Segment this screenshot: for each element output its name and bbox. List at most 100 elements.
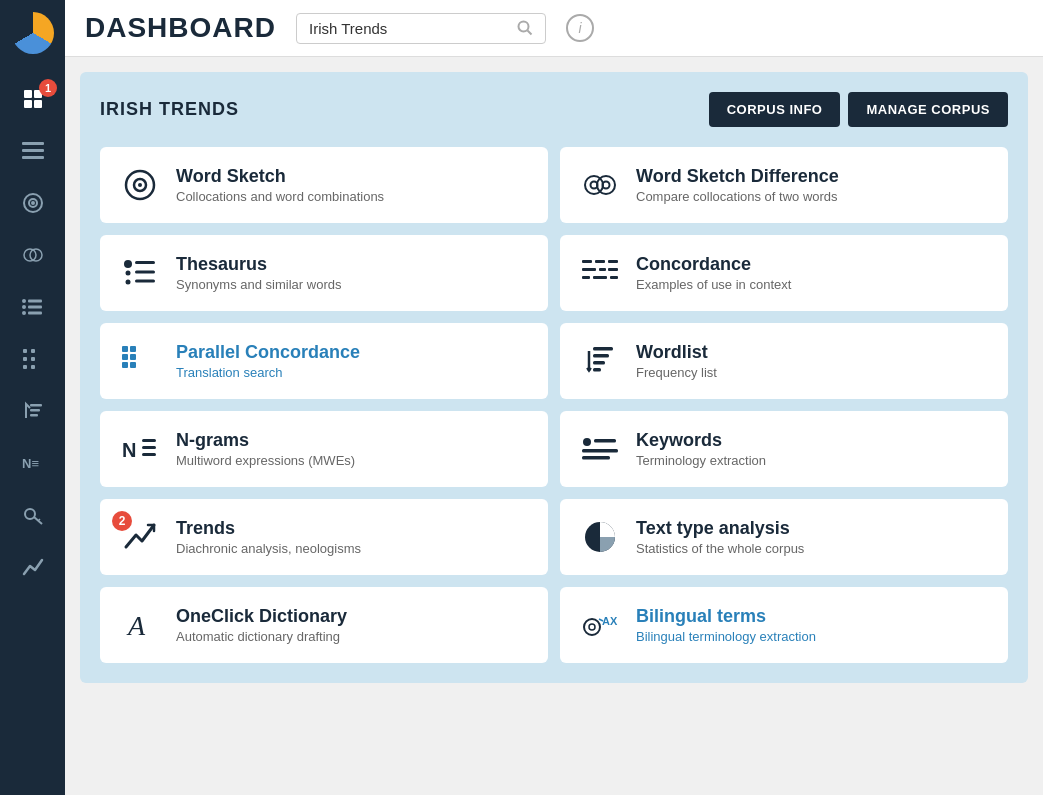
word-sketch-diff-name: Word Sketch Difference <box>636 166 839 187</box>
svg-rect-57 <box>122 354 128 360</box>
wordlist-desc: Frequency list <box>636 365 717 380</box>
svg-rect-4 <box>22 142 44 145</box>
svg-point-38 <box>597 176 615 194</box>
svg-point-28 <box>25 509 35 519</box>
bullet-list-icon <box>22 298 44 316</box>
trends-name: Trends <box>176 518 361 539</box>
svg-rect-52 <box>582 276 590 279</box>
svg-rect-45 <box>135 280 155 283</box>
sidebar-item-sort[interactable] <box>0 385 65 437</box>
concordance-desc: Examples of use in context <box>636 277 791 292</box>
tool-card-word-sketch-difference[interactable]: Word Sketch Difference Compare collocati… <box>560 147 1008 223</box>
tool-card-thesaurus[interactable]: Thesaurus Synonyms and similar words <box>100 235 548 311</box>
svg-rect-20 <box>23 357 27 361</box>
trends-sidebar-icon <box>22 556 44 578</box>
sidebar-item-trends[interactable] <box>0 541 65 593</box>
tool-card-trends[interactable]: 2 Trends Diachronic analysis, neologisms <box>100 499 548 575</box>
tool-card-text-type-analysis[interactable]: Text type analysis Statistics of the who… <box>560 499 1008 575</box>
svg-text:AX: AX <box>602 615 618 627</box>
svg-text:N≡: N≡ <box>22 456 39 471</box>
key-icon <box>22 504 44 526</box>
svg-rect-26 <box>30 414 38 417</box>
trends-desc: Diachronic analysis, neologisms <box>176 541 361 556</box>
svg-point-44 <box>126 280 131 285</box>
header: DASHBOARD i <box>65 0 1043 57</box>
tool-card-word-sketch[interactable]: Word Sketch Collocations and word combin… <box>100 147 548 223</box>
svg-rect-68 <box>142 453 156 456</box>
corpus-info-button[interactable]: CORPUS INFO <box>709 92 841 127</box>
thesaurus-icon <box>120 253 160 293</box>
wordlist-name: Wordlist <box>636 342 717 363</box>
svg-point-16 <box>22 311 26 315</box>
tool-card-bilingual-terms[interactable]: AX Bilingual terms Bilingual terminology… <box>560 587 1008 663</box>
ngrams-icon: N <box>120 429 160 469</box>
sort-icon <box>22 400 44 422</box>
dashboard-content: IRISH TRENDS CORPUS INFO MANAGE CORPUS <box>65 57 1043 795</box>
sidebar-item-concordance[interactable] <box>0 177 65 229</box>
trends-badge: 2 <box>112 511 132 531</box>
corpus-panel: IRISH TRENDS CORPUS INFO MANAGE CORPUS <box>80 72 1028 683</box>
sidebar-item-grid[interactable]: 1 <box>0 73 65 125</box>
svg-point-42 <box>126 271 131 276</box>
svg-rect-21 <box>31 357 35 361</box>
app-logo[interactable] <box>0 0 65 65</box>
svg-rect-46 <box>582 260 592 263</box>
oneclick-desc: Automatic dictionary drafting <box>176 629 347 644</box>
tool-card-keywords[interactable]: Keywords Terminology extraction <box>560 411 1008 487</box>
sidebar-item-wsd[interactable] <box>0 229 65 281</box>
text-type-icon <box>580 517 620 557</box>
thesaurus-name: Thesaurus <box>176 254 341 275</box>
svg-rect-19 <box>31 349 35 353</box>
tool-card-parallel-concordance[interactable]: Parallel Concordance Translation search <box>100 323 548 399</box>
parallel-concordance-icon <box>120 341 160 381</box>
tool-card-wordlist[interactable]: Wordlist Frequency list <box>560 323 1008 399</box>
svg-point-76 <box>589 624 595 630</box>
search-bar <box>296 13 546 44</box>
sidebar-item-bullet[interactable] <box>0 281 65 333</box>
svg-rect-47 <box>595 260 605 263</box>
svg-rect-17 <box>28 312 42 315</box>
svg-point-35 <box>138 183 142 187</box>
svg-rect-13 <box>28 300 42 303</box>
text-type-name: Text type analysis <box>636 518 804 539</box>
sidebar-item-key[interactable] <box>0 489 65 541</box>
svg-rect-49 <box>582 268 596 271</box>
svg-rect-25 <box>30 409 40 412</box>
manage-corpus-button[interactable]: MANAGE CORPUS <box>848 92 1008 127</box>
thesaurus-desc: Synonyms and similar words <box>176 277 341 292</box>
svg-rect-67 <box>142 446 156 449</box>
tool-card-ngrams[interactable]: N N-grams Multiword expressions (MWEs) <box>100 411 548 487</box>
svg-rect-60 <box>130 362 136 368</box>
bilingual-desc: Bilingual terminology extraction <box>636 629 816 644</box>
corpus-header: IRISH TRENDS CORPUS INFO MANAGE CORPUS <box>100 92 1008 127</box>
svg-rect-55 <box>122 346 128 352</box>
svg-rect-54 <box>610 276 618 279</box>
sidebar-badge-1: 1 <box>39 79 57 97</box>
sidebar-item-hierarchy[interactable] <box>0 333 65 385</box>
svg-rect-48 <box>608 260 618 263</box>
double-circle-icon <box>22 244 44 266</box>
svg-point-12 <box>22 299 26 303</box>
text-type-desc: Statistics of the whole corpus <box>636 541 804 556</box>
svg-rect-72 <box>582 456 610 460</box>
search-input[interactable] <box>309 20 509 37</box>
wordlist-icon <box>580 341 620 381</box>
svg-point-14 <box>22 305 26 309</box>
svg-rect-6 <box>22 156 44 159</box>
tool-card-oneclick-dictionary[interactable]: A OneClick Dictionary Automatic dictiona… <box>100 587 548 663</box>
concordance-name: Concordance <box>636 254 791 275</box>
parallel-concordance-name: Parallel Concordance <box>176 342 360 363</box>
sidebar-item-ngrams[interactable]: N≡ <box>0 437 65 489</box>
tool-card-concordance[interactable]: Concordance Examples of use in context <box>560 235 1008 311</box>
bilingual-name: Bilingual terms <box>636 606 816 627</box>
list-icon <box>22 142 44 160</box>
svg-rect-43 <box>135 271 155 274</box>
info-button[interactable]: i <box>566 14 594 42</box>
corpus-title: IRISH TRENDS <box>100 99 239 120</box>
word-sketch-icon <box>120 165 160 205</box>
page-title: DASHBOARD <box>85 12 276 44</box>
word-sketch-diff-icon <box>580 165 620 205</box>
keywords-icon <box>580 429 620 469</box>
sidebar-item-list[interactable] <box>0 125 65 177</box>
svg-rect-50 <box>599 268 606 271</box>
